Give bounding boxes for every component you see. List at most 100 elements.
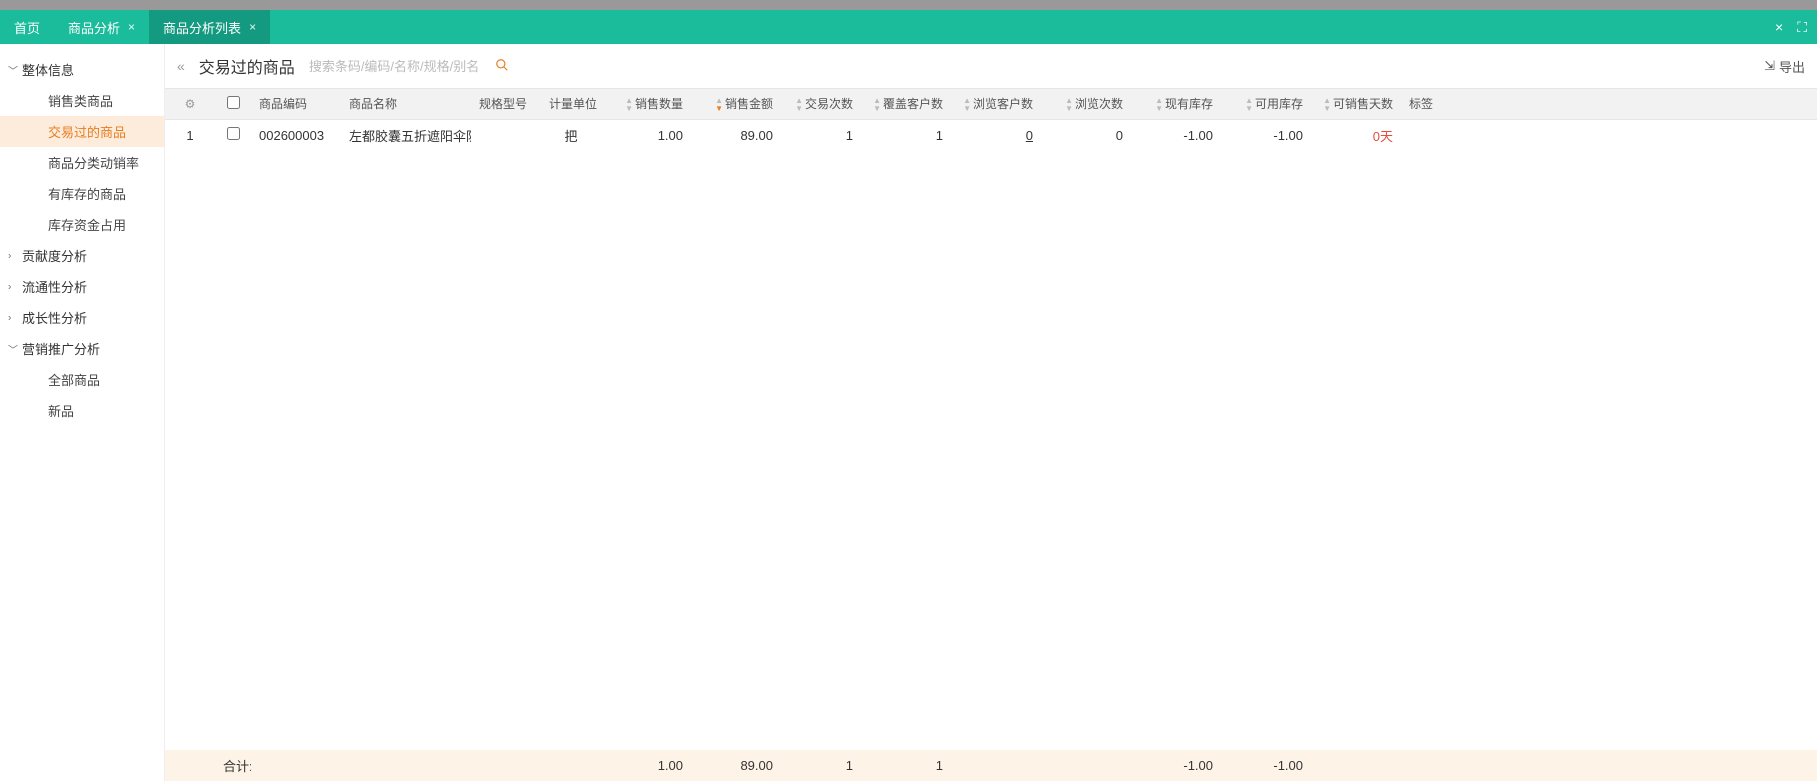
select-all-checkbox[interactable]	[227, 96, 240, 109]
row-checkbox[interactable]	[227, 127, 240, 140]
search-input[interactable]	[309, 59, 489, 74]
col-settings[interactable]: ⚙	[165, 89, 215, 120]
cell-covercust: 1	[861, 119, 951, 151]
fullscreen-icon[interactable]: ⛶	[1797, 19, 1807, 36]
window-top-strip	[0, 0, 1817, 10]
sidebar-section-overall: ﹀ 整体信息 销售类商品 交易过的商品 商品分类动销率 有库存的商品 库存资金占…	[0, 54, 164, 240]
chevron-down-icon: ﹀	[8, 341, 18, 356]
tab-home[interactable]: 首页	[0, 10, 54, 44]
export-button[interactable]: ⇲ 导出	[1764, 57, 1805, 76]
tab-label: 商品分析列表	[163, 18, 241, 37]
sort-icon: ▲▼	[873, 97, 881, 113]
sort-icon: ▲▼	[1245, 97, 1253, 113]
col-browsecnt[interactable]: ▲▼浏览次数	[1041, 89, 1131, 120]
main-area: ﹀ 整体信息 销售类商品 交易过的商品 商品分类动销率 有库存的商品 库存资金占…	[0, 44, 1817, 781]
footer-label: 合计:	[215, 750, 251, 781]
close-icon[interactable]: ×	[128, 20, 135, 34]
col-code[interactable]: 商品编码	[251, 89, 341, 120]
sort-icon: ▲▼	[963, 97, 971, 113]
col-tag[interactable]: 标签	[1401, 89, 1817, 120]
tab-product-analysis[interactable]: 商品分析 ×	[54, 10, 149, 44]
col-qty[interactable]: ▲▼销售数量	[601, 89, 691, 120]
col-select-all[interactable]	[215, 89, 251, 120]
cell-avail: -1.00	[1221, 119, 1311, 151]
browse-cust-link[interactable]: 0	[1026, 128, 1033, 143]
cell-unit: 把	[541, 119, 601, 151]
sidebar-item-sales-goods[interactable]: 销售类商品	[0, 85, 164, 116]
col-name[interactable]: 商品名称	[341, 89, 471, 120]
table-footer-row: 合计: 1.00 89.00 1 1 -1.00 -1.00	[165, 750, 1817, 781]
col-covercust[interactable]: ▲▼覆盖客户数	[861, 89, 951, 120]
footer-stock: -1.00	[1131, 750, 1221, 781]
cell-code: 002600003	[251, 119, 341, 151]
export-label: 导出	[1779, 57, 1805, 76]
chevron-down-icon: ﹀	[8, 62, 18, 77]
sort-icon: ▲▼	[1155, 97, 1163, 113]
cell-tag	[1401, 119, 1817, 151]
sidebar-header-circulation[interactable]: › 流通性分析	[0, 271, 164, 302]
sidebar-item-traded-goods[interactable]: 交易过的商品	[0, 116, 164, 147]
sidebar-item-category-sellrate[interactable]: 商品分类动销率	[0, 147, 164, 178]
footer-saledays	[1311, 750, 1401, 781]
sidebar-item-stock-capital[interactable]: 库存资金占用	[0, 209, 164, 240]
cell-amount: 89.00	[691, 119, 781, 151]
sidebar-header-marketing[interactable]: ﹀ 营销推广分析	[0, 333, 164, 364]
chevron-right-icon: ›	[8, 312, 11, 323]
sidebar-item-instock-goods[interactable]: 有库存的商品	[0, 178, 164, 209]
footer-table: 合计: 1.00 89.00 1 1 -1.00 -1.00	[165, 750, 1817, 781]
sidebar-item-new-goods[interactable]: 新品	[0, 395, 164, 426]
footer-blank	[165, 750, 215, 781]
col-stock[interactable]: ▲▼现有库存	[1131, 89, 1221, 120]
footer-covercust: 1	[861, 750, 951, 781]
cell-name: 左都胶囊五折遮阳伞防晒伞;	[341, 119, 471, 151]
col-amount[interactable]: ▲▼销售金额	[691, 89, 781, 120]
sidebar-section-growth: › 成长性分析	[0, 302, 164, 333]
page-title: 交易过的商品	[199, 54, 295, 78]
table-wrap: ⚙ 商品编码 商品名称 规格型号 计量单位 ▲▼销售数量 ▲▼销售金额 ▲▼交易…	[165, 88, 1817, 750]
col-txcount[interactable]: ▲▼交易次数	[781, 89, 861, 120]
content-area: « 交易过的商品 ⇲ 导出 ⚙	[165, 44, 1817, 781]
cell-saledays: 0天	[1311, 119, 1401, 151]
footer-tag	[1401, 750, 1817, 781]
data-table: ⚙ 商品编码 商品名称 规格型号 计量单位 ▲▼销售数量 ▲▼销售金额 ▲▼交易…	[165, 88, 1817, 151]
footer-browsecnt	[1041, 750, 1131, 781]
sidebar-section-contribution: › 贡献度分析	[0, 240, 164, 271]
tab-product-analysis-list[interactable]: 商品分析列表 ×	[149, 10, 270, 44]
sidebar-header-growth[interactable]: › 成长性分析	[0, 302, 164, 333]
cell-browsecust[interactable]: 0	[951, 119, 1041, 151]
sidebar-section-marketing: ﹀ 营销推广分析 全部商品 新品	[0, 333, 164, 426]
sort-icon: ▲▼	[795, 97, 803, 113]
close-all-icon[interactable]: ×	[1775, 19, 1783, 35]
sidebar-header-overall[interactable]: ﹀ 整体信息	[0, 54, 164, 85]
footer-qty: 1.00	[601, 750, 691, 781]
sort-icon: ▲▼	[715, 97, 723, 113]
sidebar-section-label: 流通性分析	[22, 277, 87, 296]
sidebar-section-label: 贡献度分析	[22, 246, 87, 265]
sidebar-item-all-goods[interactable]: 全部商品	[0, 364, 164, 395]
search-icon[interactable]	[495, 58, 509, 75]
col-avail[interactable]: ▲▼可用库存	[1221, 89, 1311, 120]
col-saledays[interactable]: ▲▼可销售天数	[1311, 89, 1401, 120]
close-icon[interactable]: ×	[249, 20, 256, 34]
cell-qty: 1.00	[601, 119, 691, 151]
content-header: « 交易过的商品 ⇲ 导出	[165, 44, 1817, 88]
export-icon: ⇲	[1764, 58, 1775, 74]
sidebar-header-contribution[interactable]: › 贡献度分析	[0, 240, 164, 271]
col-spec[interactable]: 规格型号	[471, 89, 541, 120]
cell-checkbox	[215, 119, 251, 151]
collapse-sidebar-icon[interactable]: «	[177, 58, 185, 74]
sort-icon: ▲▼	[1323, 97, 1331, 113]
table-row[interactable]: 1 002600003 左都胶囊五折遮阳伞防晒伞; 把 1.00 89.00 1…	[165, 119, 1817, 151]
chevron-right-icon: ›	[8, 281, 11, 292]
footer-avail: -1.00	[1221, 750, 1311, 781]
col-browsecust[interactable]: ▲▼浏览客户数	[951, 89, 1041, 120]
sidebar-section-label: 成长性分析	[22, 308, 87, 327]
footer-amount: 89.00	[691, 750, 781, 781]
sidebar-section-label: 营销推广分析	[22, 339, 100, 358]
search-wrap	[309, 58, 509, 75]
sidebar-section-label: 整体信息	[22, 60, 74, 79]
tab-label: 首页	[14, 18, 40, 37]
col-unit[interactable]: 计量单位	[541, 89, 601, 120]
sort-icon: ▲▼	[1065, 97, 1073, 113]
tab-bar: 首页 商品分析 × 商品分析列表 × × ⛶	[0, 10, 1817, 44]
